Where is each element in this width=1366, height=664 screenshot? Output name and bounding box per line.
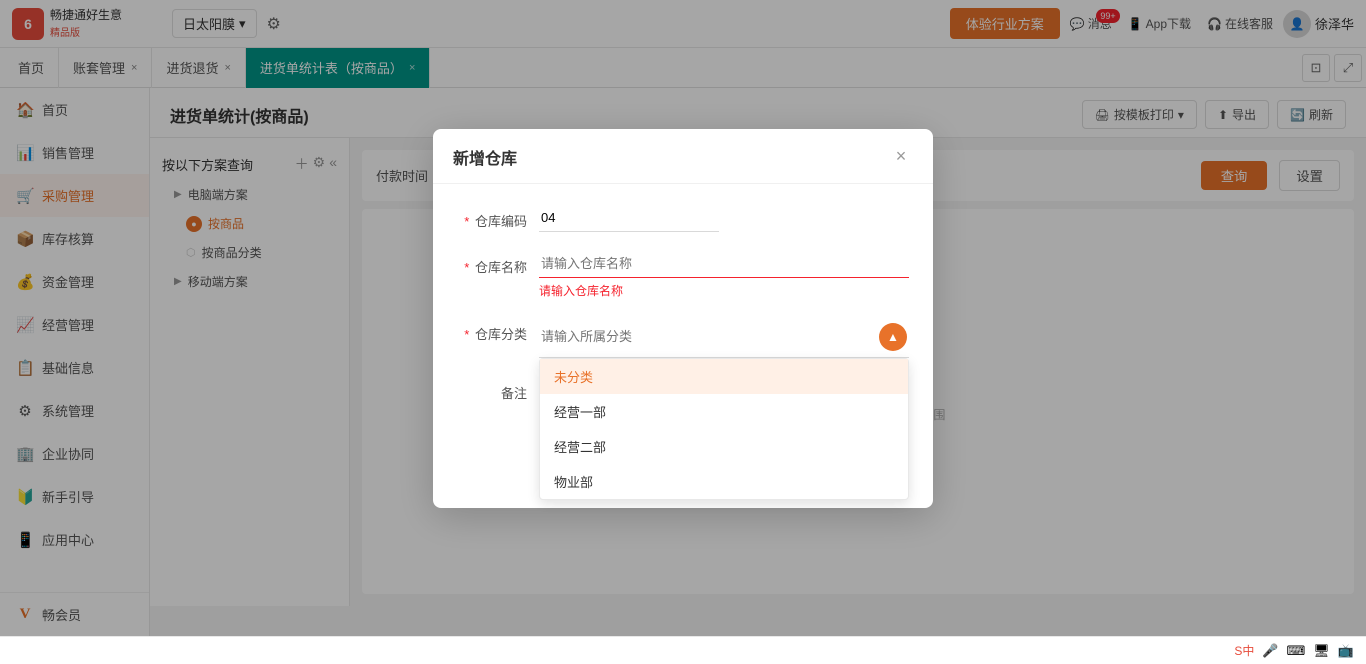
status-bar: S中 🎤 ⌨ 🖥 📺 [0, 636, 1366, 664]
microphone-icon[interactable]: 🎤 [1262, 643, 1278, 659]
form-row-name: * 仓库名称 请输入仓库名称 [457, 250, 909, 299]
name-error-msg: 请输入仓库名称 [539, 282, 909, 299]
form-row-code: * 仓库编码 [457, 204, 909, 232]
dropdown-option-3[interactable]: 物业部 [540, 464, 908, 499]
screen-icon[interactable]: 🖥 [1313, 643, 1330, 659]
dropdown-option-0[interactable]: 未分类 [540, 359, 908, 394]
new-warehouse-modal: 新增仓库 × * 仓库编码 * 仓库名称 [433, 129, 933, 508]
category-input[interactable] [541, 329, 879, 344]
category-input-wrapper: ▲ 未分类 经营一部 经营二部 物业部 [539, 317, 909, 358]
modal-header: 新增仓库 × [433, 129, 933, 184]
name-input-wrapper: 请输入仓库名称 [539, 250, 909, 299]
modal-close-button[interactable]: × [889, 145, 913, 169]
display-icon[interactable]: 📺 [1338, 643, 1354, 659]
dropdown-option-1[interactable]: 经营一部 [540, 394, 908, 429]
code-label: * 仓库编码 [457, 204, 527, 230]
category-label: * 仓库分类 [457, 317, 527, 343]
note-label: 备注 [457, 376, 527, 402]
sougou-icon[interactable]: S中 [1234, 642, 1254, 659]
keyboard-icon[interactable]: ⌨ [1287, 643, 1306, 659]
modal-body: * 仓库编码 * 仓库名称 请输入仓库名称 [433, 184, 933, 442]
form-row-category: * 仓库分类 ▲ 未分类 经营一部 经营二部 物业部 [457, 317, 909, 358]
modal-title: 新增仓库 [453, 145, 517, 169]
modal-overlay[interactable]: 新增仓库 × * 仓库编码 * 仓库名称 [0, 0, 1366, 636]
name-label: * 仓库名称 [457, 250, 527, 276]
category-input-area: ▲ [539, 317, 909, 358]
name-input[interactable] [539, 250, 909, 278]
dropdown-option-2[interactable]: 经营二部 [540, 429, 908, 464]
category-dropdown-list: 未分类 经营一部 经营二部 物业部 [539, 358, 909, 500]
code-input-wrapper [539, 204, 909, 232]
category-dropdown-toggle[interactable]: ▲ [879, 323, 907, 351]
code-input[interactable] [539, 204, 719, 232]
